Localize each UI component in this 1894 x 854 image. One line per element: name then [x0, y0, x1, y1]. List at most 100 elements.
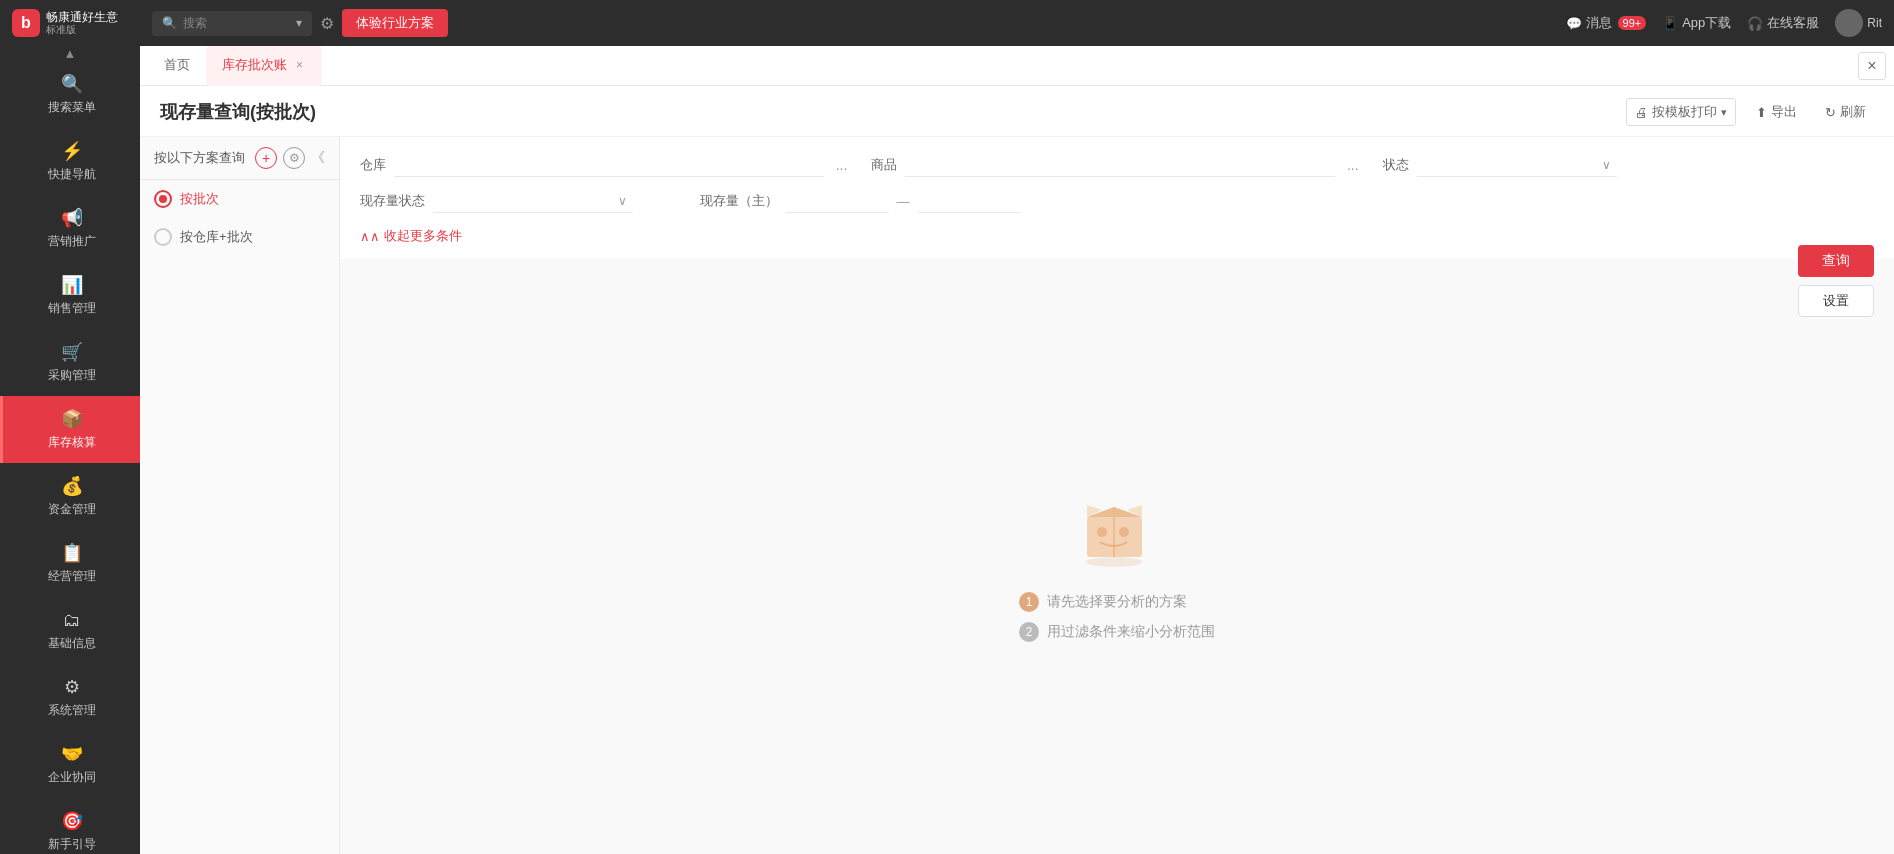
box-icon: 📦: [61, 408, 83, 430]
experience-btn[interactable]: 体验行业方案: [342, 9, 448, 37]
sidebar-item-finance[interactable]: 💰 资金管理: [0, 463, 140, 530]
sidebar-item-system[interactable]: ⚙ 系统管理: [0, 664, 140, 731]
sidebar-item-newguide[interactable]: 🎯 新手引导: [0, 798, 140, 854]
global-search-box[interactable]: 🔍 搜索 ▾: [152, 11, 312, 36]
content-area: 首页 库存批次账 × × 现存量查询(按批次) 🖨 按模板打印 ▾: [140, 46, 1894, 854]
sidebar-item-quicknav[interactable]: ⚡ 快捷导航: [0, 128, 140, 195]
filter-row-2: 现存量状态 ∨ 现存量（主） —: [360, 189, 1874, 213]
stock-status-field: 现存量状态 ∨: [360, 190, 680, 213]
online-service-btn[interactable]: 🎧 在线客服: [1747, 14, 1819, 32]
query-btn[interactable]: 查询: [1798, 245, 1874, 277]
search-icon: 🔍: [61, 73, 83, 95]
messages-btn[interactable]: 💬 消息 99+: [1566, 14, 1647, 32]
product-input[interactable]: [905, 153, 1335, 177]
gear-icon: ⚙: [61, 676, 83, 698]
money-icon: 💰: [61, 475, 83, 497]
warehouse-field: 仓库 ...: [360, 153, 851, 177]
svg-point-7: [1086, 557, 1142, 567]
tip-1-num: 1: [1019, 592, 1039, 612]
header-right: 💬 消息 99+ 📱 App下载 🎧 在线客服 Rit: [1566, 9, 1882, 37]
app-name-text: 畅康通好生意 标准版: [46, 10, 118, 36]
filter-panel-header: 按以下方案查询 + ⚙ 《: [140, 137, 339, 180]
print-icon: 🖨: [1635, 105, 1648, 120]
tip-2-num: 2: [1019, 622, 1039, 642]
plus-icon: +: [262, 150, 270, 166]
gear-icon: ⚙: [289, 151, 300, 165]
query-area: 仓库 ... 商品 ... 状态: [340, 137, 1894, 854]
header-middle: 🔍 搜索 ▾ ⚙ 体验行业方案: [152, 9, 1556, 37]
sidebar-item-sales[interactable]: 📊 销售管理: [0, 262, 140, 329]
tabs-bar: 首页 库存批次账 × ×: [140, 46, 1894, 86]
status-select[interactable]: ∨: [1417, 154, 1617, 177]
search-icon: 🔍: [162, 16, 177, 30]
svg-point-6: [1119, 527, 1129, 537]
export-btn[interactable]: ⬆ 导出: [1748, 99, 1805, 125]
empty-state: 1 请先选择要分析的方案 2 用过滤条件来缩小分析范围: [340, 259, 1894, 854]
empty-illustration: [1067, 472, 1167, 572]
product-more-btn[interactable]: ...: [1343, 153, 1363, 177]
sidebar-item-operation[interactable]: 📋 经营管理: [0, 530, 140, 597]
window-close-btn[interactable]: ×: [1858, 52, 1886, 80]
target-icon: 🎯: [61, 810, 83, 832]
chevron-up-icon: ∧∧: [360, 229, 380, 244]
tab-right-area: ×: [1858, 52, 1886, 80]
query-actions: 查询 设置: [1798, 245, 1874, 317]
page-actions: 🖨 按模板打印 ▾ ⬆ 导出 ↻ 刷新: [1626, 98, 1874, 126]
sidebar-scroll-up[interactable]: ▲: [0, 46, 140, 61]
messages-badge: 99+: [1618, 16, 1647, 30]
warehouse-input[interactable]: [394, 153, 824, 177]
filter-header-actions: + ⚙ 《: [255, 147, 325, 169]
tip-1-text: 请先选择要分析的方案: [1047, 593, 1187, 611]
radio-inactive-icon: [154, 228, 172, 246]
sidebar-item-search[interactable]: 🔍 搜索菜单: [0, 61, 140, 128]
filter-panel: 按以下方案查询 + ⚙ 《 按批次: [140, 137, 340, 854]
dropdown-arrow-icon: ▾: [296, 16, 302, 30]
stock-status-select[interactable]: ∨: [433, 190, 633, 213]
empty-tip-2: 2 用过滤条件来缩小分析范围: [1019, 622, 1215, 642]
phone-icon: 📱: [1662, 16, 1678, 31]
stock-qty-max-input[interactable]: [918, 189, 1021, 213]
setting-btn[interactable]: 设置: [1798, 285, 1874, 317]
radio-dot: [159, 195, 167, 203]
avatar: [1835, 9, 1863, 37]
stock-qty-min-input[interactable]: [786, 189, 889, 213]
filter-option-by-warehouse-batch[interactable]: 按仓库+批次: [140, 218, 339, 256]
export-icon: ⬆: [1756, 105, 1767, 120]
print-btn[interactable]: 🖨 按模板打印 ▾: [1626, 98, 1736, 126]
sidebar-item-collab[interactable]: 🤝 企业协同: [0, 731, 140, 798]
stock-qty-field: 现存量（主） —: [700, 189, 1020, 213]
page-title: 现存量查询(按批次): [160, 100, 316, 124]
user-menu[interactable]: Rit: [1835, 9, 1882, 37]
main-layout: ▲ 🔍 搜索菜单 ⚡ 快捷导航 📢 营销推广 📊 销售管理 🛒 采购管理 📦 库…: [0, 46, 1894, 854]
warehouse-more-btn[interactable]: ...: [832, 153, 852, 177]
user-name: Rit: [1867, 16, 1882, 30]
app-download-btn[interactable]: 📱 App下载: [1662, 14, 1731, 32]
filter-collapse-btn[interactable]: 《: [311, 149, 325, 167]
empty-svg: [1067, 472, 1167, 572]
product-field: 商品 ...: [871, 153, 1362, 177]
message-icon: 💬: [1566, 16, 1582, 31]
sidebar-item-purchase[interactable]: 🛒 采购管理: [0, 329, 140, 396]
megaphone-icon: 📢: [61, 207, 83, 229]
tab-inventory-batch[interactable]: 库存批次账 ×: [206, 46, 322, 86]
filter-setting-btn[interactable]: ⚙: [283, 147, 305, 169]
sidebar-item-inventory[interactable]: 📦 库存核算: [0, 396, 140, 463]
sidebar: ▲ 🔍 搜索菜单 ⚡ 快捷导航 📢 营销推广 📊 销售管理 🛒 采购管理 📦 库…: [0, 46, 140, 854]
filter-option-by-batch[interactable]: 按批次: [140, 180, 339, 218]
cart-icon: 🛒: [61, 341, 83, 363]
top-header: b 畅康通好生意 标准版 🔍 搜索 ▾ ⚙ 体验行业方案 💬 消息 99+ 📱 …: [0, 0, 1894, 46]
stock-status-arrow: ∨: [618, 194, 627, 208]
svg-point-5: [1097, 527, 1107, 537]
collapse-more-btn[interactable]: ∧∧ 收起更多条件: [360, 223, 1874, 249]
tab-home[interactable]: 首页: [148, 46, 206, 86]
tab-close-btn[interactable]: ×: [293, 58, 306, 72]
sidebar-item-marketing[interactable]: 📢 营销推广: [0, 195, 140, 262]
range-dash: —: [897, 194, 910, 209]
lightning-icon: ⚡: [61, 140, 83, 162]
gear-icon[interactable]: ⚙: [320, 14, 334, 33]
status-dropdown-arrow: ∨: [1602, 158, 1611, 172]
refresh-btn[interactable]: ↻ 刷新: [1817, 99, 1874, 125]
handshake-icon: 🤝: [61, 743, 83, 765]
sidebar-item-basic[interactable]: 🗂 基础信息: [0, 597, 140, 664]
filter-add-btn[interactable]: +: [255, 147, 277, 169]
